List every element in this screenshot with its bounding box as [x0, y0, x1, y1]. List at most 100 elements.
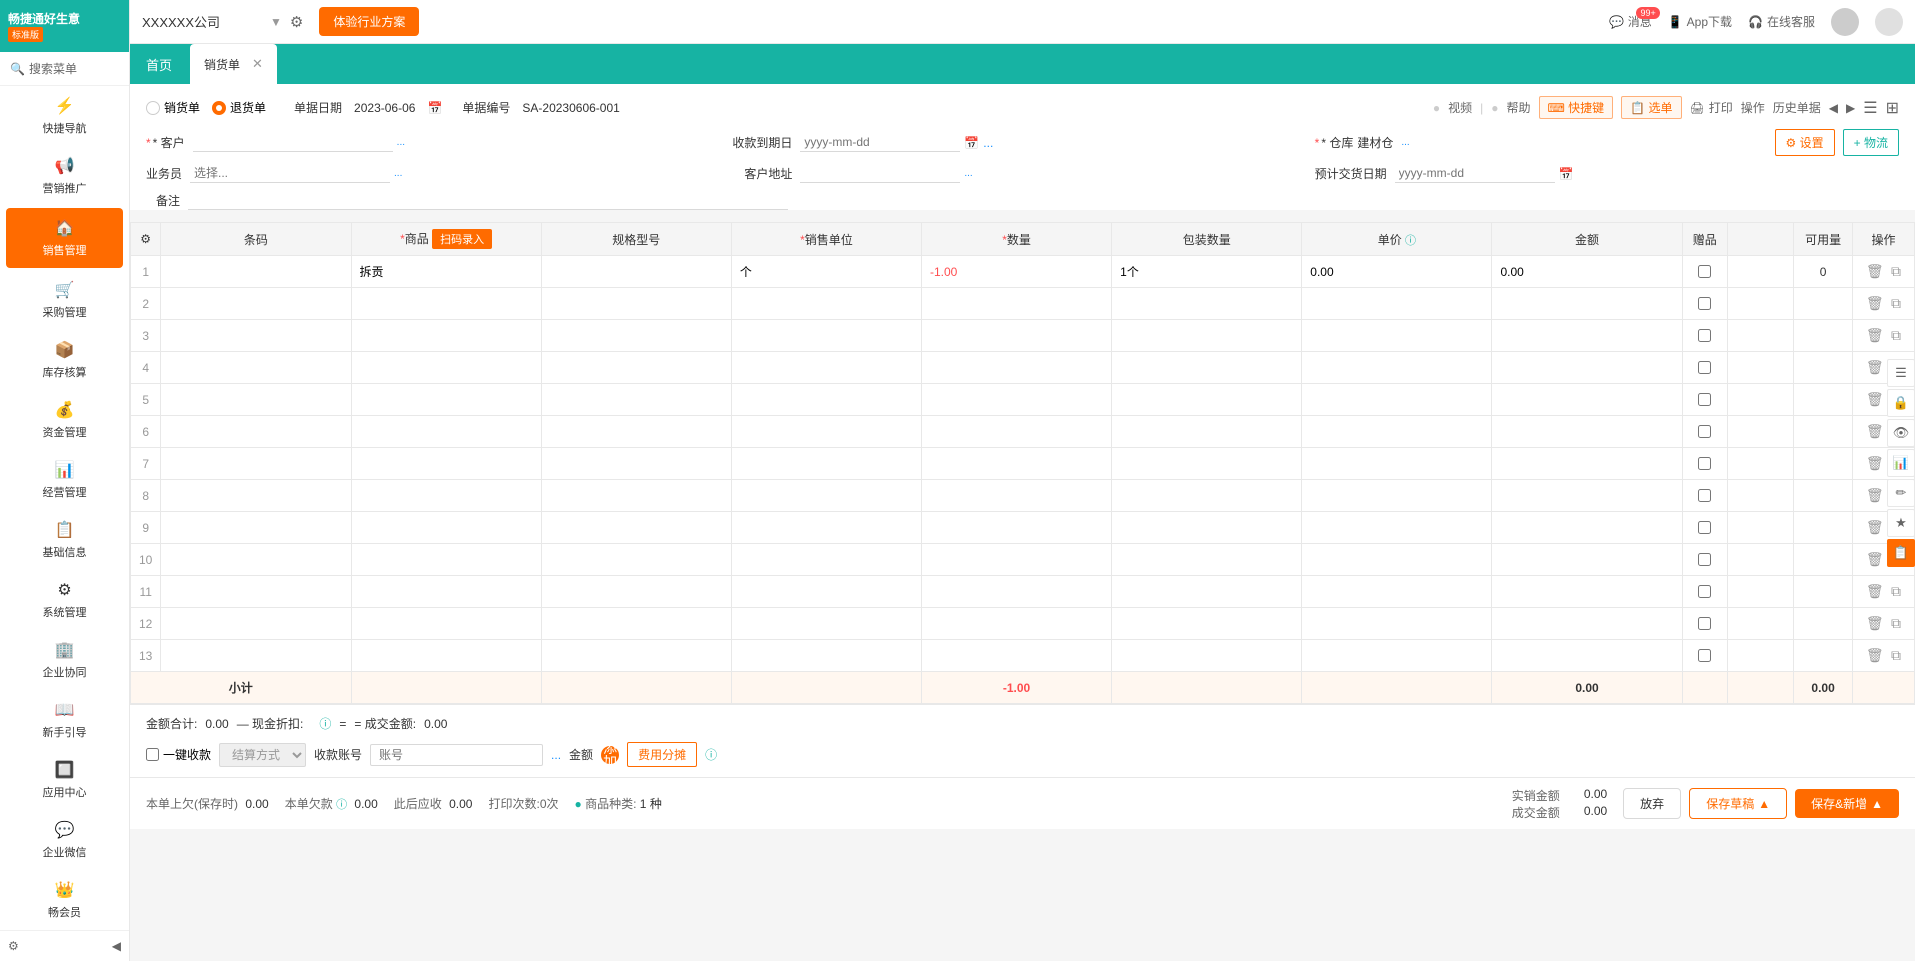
cell-spec[interactable] — [541, 256, 731, 288]
shortcut-btn[interactable]: ⌨ 快捷键 — [1539, 96, 1614, 119]
cell-price[interactable] — [1302, 288, 1492, 320]
sidebar-item-guide[interactable]: 📖 新手引导 — [0, 690, 129, 750]
video-btn[interactable]: 视频 — [1448, 99, 1472, 116]
float-btn-1[interactable]: ☰ — [1887, 359, 1915, 387]
cell-spec[interactable] — [541, 480, 731, 512]
cell-qty[interactable] — [921, 416, 1111, 448]
float-btn-2[interactable]: 🔒 — [1887, 389, 1915, 417]
sidebar-item-marketing[interactable]: 📢 营销推广 — [0, 146, 129, 206]
trial-btn[interactable]: 体验行业方案 — [319, 7, 419, 36]
nav-right-icon[interactable]: ▶ — [1846, 101, 1855, 115]
cell-spec[interactable] — [541, 576, 731, 608]
topbar-gear-icon[interactable]: ⚙ — [290, 13, 303, 31]
save-new-button[interactable]: 保存&新增 ▲ — [1795, 789, 1899, 818]
cell-product[interactable] — [351, 352, 541, 384]
copy-row-btn[interactable]: ⧉ — [1889, 261, 1903, 282]
settlement-select[interactable]: 结算方式 — [219, 743, 306, 767]
tab-home[interactable]: 首页 — [130, 44, 188, 84]
settings-button[interactable]: ⚙ 设置 — [1775, 129, 1835, 156]
cell-gift[interactable] — [1682, 512, 1727, 544]
delete-row-btn[interactable]: 🗑 — [1864, 389, 1886, 410]
question-icon2[interactable]: ⓘ — [336, 799, 347, 811]
cell-price[interactable] — [1302, 352, 1492, 384]
copy-row-btn[interactable]: ⧉ — [1889, 581, 1903, 602]
customer-addr-input[interactable] — [800, 164, 960, 183]
cell-pkg-qty[interactable] — [1112, 256, 1302, 288]
cell-product[interactable] — [351, 512, 541, 544]
calendar-icon-2[interactable]: 📅 — [964, 136, 979, 150]
sidebar-item-basic-info[interactable]: 📋 基础信息 — [0, 510, 129, 570]
user-avatar[interactable] — [1831, 8, 1859, 36]
cell-barcode[interactable] — [161, 640, 351, 672]
cell-gift[interactable] — [1682, 416, 1727, 448]
cell-spec[interactable] — [541, 512, 731, 544]
gear-icon[interactable]: ⚙ — [8, 939, 19, 953]
cell-product[interactable] — [351, 480, 541, 512]
cell-qty[interactable] — [921, 320, 1111, 352]
cell-qty[interactable] — [921, 448, 1111, 480]
cell-amount[interactable] — [1492, 256, 1682, 288]
delete-row-btn[interactable]: 🗑 — [1864, 357, 1886, 378]
fee-question-icon[interactable]: ⓘ — [705, 746, 717, 763]
cell-amount[interactable] — [1492, 288, 1682, 320]
one-click-pay-label[interactable]: 一键收款 — [146, 746, 211, 763]
cell-pkg-qty[interactable] — [1112, 576, 1302, 608]
copy-row-btn[interactable]: ⧉ — [1889, 645, 1903, 666]
discard-button[interactable]: 放弃 — [1623, 788, 1681, 819]
salesperson-input[interactable] — [190, 164, 390, 183]
dots-account[interactable]: ... — [551, 748, 561, 762]
cell-unit[interactable] — [731, 576, 921, 608]
cell-barcode[interactable] — [161, 512, 351, 544]
history-btn[interactable]: 历史单据 — [1773, 99, 1821, 116]
fee-split-btn[interactable]: 费用分摊 — [627, 742, 697, 767]
cell-product[interactable] — [351, 256, 541, 288]
cell-barcode[interactable] — [161, 576, 351, 608]
cell-product[interactable] — [351, 320, 541, 352]
cell-spec[interactable] — [541, 288, 731, 320]
cell-product[interactable] — [351, 576, 541, 608]
sidebar-item-quick-nav[interactable]: ⚡ 快捷导航 — [0, 86, 129, 146]
cell-price[interactable] — [1302, 544, 1492, 576]
cell-gift[interactable] — [1682, 576, 1727, 608]
radio-sales[interactable]: 销货单 — [146, 99, 200, 116]
cell-amount[interactable] — [1492, 480, 1682, 512]
cell-amount[interactable] — [1492, 352, 1682, 384]
cell-price[interactable] — [1302, 320, 1492, 352]
user-avatar-2[interactable] — [1875, 8, 1903, 36]
cell-amount[interactable] — [1492, 448, 1682, 480]
cell-unit[interactable] — [731, 480, 921, 512]
cell-unit[interactable] — [731, 608, 921, 640]
copy-row-btn[interactable]: ⧉ — [1889, 325, 1903, 346]
cell-qty[interactable] — [921, 288, 1111, 320]
cell-unit[interactable] — [731, 640, 921, 672]
delete-row-btn[interactable]: 🗑 — [1864, 293, 1886, 314]
save-draft-button[interactable]: 保存草稿 ▲ — [1689, 788, 1787, 819]
cell-product[interactable] — [351, 640, 541, 672]
sidebar-search[interactable]: 🔍 搜索菜单 — [0, 52, 129, 86]
cell-barcode[interactable] — [161, 288, 351, 320]
operate-btn[interactable]: 操作 — [1741, 99, 1765, 116]
cell-gift[interactable] — [1682, 448, 1727, 480]
float-btn-5[interactable]: ✏ — [1887, 479, 1915, 507]
cell-price[interactable] — [1302, 576, 1492, 608]
float-btn-6[interactable]: ★ — [1887, 509, 1915, 537]
cell-price[interactable] — [1302, 512, 1492, 544]
logistics-button[interactable]: + 物流 — [1843, 129, 1899, 156]
help-btn[interactable]: 帮助 — [1506, 99, 1530, 116]
delete-row-btn[interactable]: 🗑 — [1864, 517, 1886, 538]
cell-amount[interactable] — [1492, 384, 1682, 416]
app-download-btn[interactable]: 📱 App下载 — [1668, 13, 1732, 30]
th-gear[interactable]: ⚙ — [131, 223, 161, 256]
cell-price[interactable] — [1302, 416, 1492, 448]
cell-unit[interactable] — [731, 544, 921, 576]
copy-row-btn[interactable]: ⧉ — [1889, 613, 1903, 634]
delete-row-btn[interactable]: 🗑 — [1864, 645, 1886, 666]
cell-amount[interactable] — [1492, 608, 1682, 640]
cell-pkg-qty[interactable] — [1112, 640, 1302, 672]
delete-row-btn[interactable]: 🗑 — [1864, 325, 1886, 346]
cell-gift[interactable] — [1682, 256, 1727, 288]
scan-btn[interactable]: 扫码录入 — [432, 229, 492, 249]
list-view-icon[interactable]: ☰ — [1863, 98, 1877, 118]
sidebar-item-purchase[interactable]: 🛒 采购管理 — [0, 270, 129, 330]
company-dropdown-arrow[interactable]: ▼ — [270, 15, 282, 29]
